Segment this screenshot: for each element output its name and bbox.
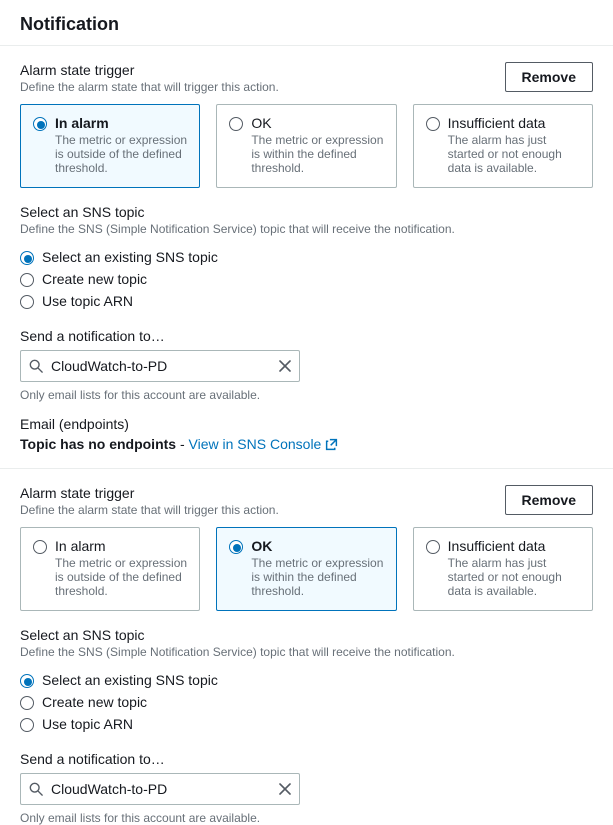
notification-section: Alarm state trigger Define the alarm sta… (0, 46, 613, 402)
option-label: Select an existing SNS topic (42, 672, 218, 688)
link-text: View in SNS Console (189, 436, 322, 452)
sns-option-arn[interactable]: Use topic ARN (20, 713, 593, 735)
alarm-state-options: In alarm The metric or expression is out… (20, 104, 593, 188)
radio-icon (20, 273, 34, 287)
option-label: Create new topic (42, 694, 147, 710)
alarm-trigger-sub: Define the alarm state that will trigger… (20, 503, 279, 517)
dash: - (176, 436, 188, 452)
sns-heading: Select an SNS topic (20, 627, 593, 643)
page-title: Notification (0, 0, 613, 46)
alarm-trigger-heading: Alarm state trigger (20, 485, 279, 501)
send-to-hint: Only email lists for this account are av… (20, 388, 593, 402)
sns-option-create[interactable]: Create new topic (20, 691, 593, 713)
option-label: Use topic ARN (42, 716, 133, 732)
alarm-state-options: In alarm The metric or expression is out… (20, 527, 593, 611)
radio-icon (229, 540, 243, 554)
option-label: Create new topic (42, 271, 147, 287)
sns-option-create[interactable]: Create new topic (20, 268, 593, 290)
alarm-state-ok[interactable]: OK The metric or expression is within th… (216, 527, 396, 611)
alarm-state-ok[interactable]: OK The metric or expression is within th… (216, 104, 396, 188)
option-desc: The metric or expression is within the d… (251, 133, 383, 175)
option-label: Select an existing SNS topic (42, 249, 218, 265)
send-to-label: Send a notification to… (20, 328, 593, 344)
remove-button[interactable]: Remove (505, 485, 593, 515)
sns-topic-input[interactable] (49, 357, 273, 375)
radio-icon (20, 718, 34, 732)
endpoints-section: Email (endpoints) Topic has no endpoints… (0, 402, 613, 468)
sns-sub: Define the SNS (Simple Notification Serv… (20, 645, 593, 659)
alarm-trigger-heading: Alarm state trigger (20, 62, 279, 78)
sns-option-existing[interactable]: Select an existing SNS topic (20, 246, 593, 268)
clear-icon[interactable] (279, 783, 291, 795)
option-desc: The metric or expression is outside of t… (55, 556, 187, 598)
sns-topic-options: Select an existing SNS topic Create new … (20, 669, 593, 735)
option-title: OK (251, 538, 383, 554)
radio-icon (33, 540, 47, 554)
option-title: Insufficient data (448, 538, 580, 554)
external-link-icon (325, 438, 338, 451)
clear-icon[interactable] (279, 360, 291, 372)
sns-topic-options: Select an existing SNS topic Create new … (20, 246, 593, 312)
alarm-state-insufficient[interactable]: Insufficient data The alarm has just sta… (413, 104, 593, 188)
option-desc: The metric or expression is outside of t… (55, 133, 187, 175)
option-title: OK (251, 115, 383, 131)
endpoints-title: Email (endpoints) (20, 416, 593, 432)
radio-icon (20, 295, 34, 309)
sns-topic-input[interactable] (49, 780, 273, 798)
notification-section: Alarm state trigger Define the alarm sta… (0, 469, 613, 825)
sns-topic-input-wrap[interactable] (20, 773, 300, 805)
alarm-state-insufficient[interactable]: Insufficient data The alarm has just sta… (413, 527, 593, 611)
send-to-label: Send a notification to… (20, 751, 593, 767)
sns-option-existing[interactable]: Select an existing SNS topic (20, 669, 593, 691)
alarm-state-in-alarm[interactable]: In alarm The metric or expression is out… (20, 527, 200, 611)
sns-heading: Select an SNS topic (20, 204, 593, 220)
radio-icon (20, 251, 34, 265)
option-title: Insufficient data (448, 115, 580, 131)
radio-icon (20, 696, 34, 710)
option-title: In alarm (55, 538, 187, 554)
radio-icon (33, 117, 47, 131)
sns-option-arn[interactable]: Use topic ARN (20, 290, 593, 312)
option-label: Use topic ARN (42, 293, 133, 309)
search-icon (29, 782, 43, 796)
endpoints-line: Topic has no endpoints - View in SNS Con… (20, 436, 593, 452)
radio-icon (229, 117, 243, 131)
alarm-trigger-sub: Define the alarm state that will trigger… (20, 80, 279, 94)
remove-button[interactable]: Remove (505, 62, 593, 92)
option-desc: The metric or expression is within the d… (251, 556, 383, 598)
option-title: In alarm (55, 115, 187, 131)
search-icon (29, 359, 43, 373)
no-endpoints-text: Topic has no endpoints (20, 436, 176, 452)
view-sns-console-link[interactable]: View in SNS Console (189, 436, 339, 452)
sns-sub: Define the SNS (Simple Notification Serv… (20, 222, 593, 236)
radio-icon (426, 117, 440, 131)
radio-icon (426, 540, 440, 554)
send-to-hint: Only email lists for this account are av… (20, 811, 593, 825)
alarm-state-in-alarm[interactable]: In alarm The metric or expression is out… (20, 104, 200, 188)
option-desc: The alarm has just started or not enough… (448, 133, 580, 175)
sns-topic-input-wrap[interactable] (20, 350, 300, 382)
radio-icon (20, 674, 34, 688)
option-desc: The alarm has just started or not enough… (448, 556, 580, 598)
